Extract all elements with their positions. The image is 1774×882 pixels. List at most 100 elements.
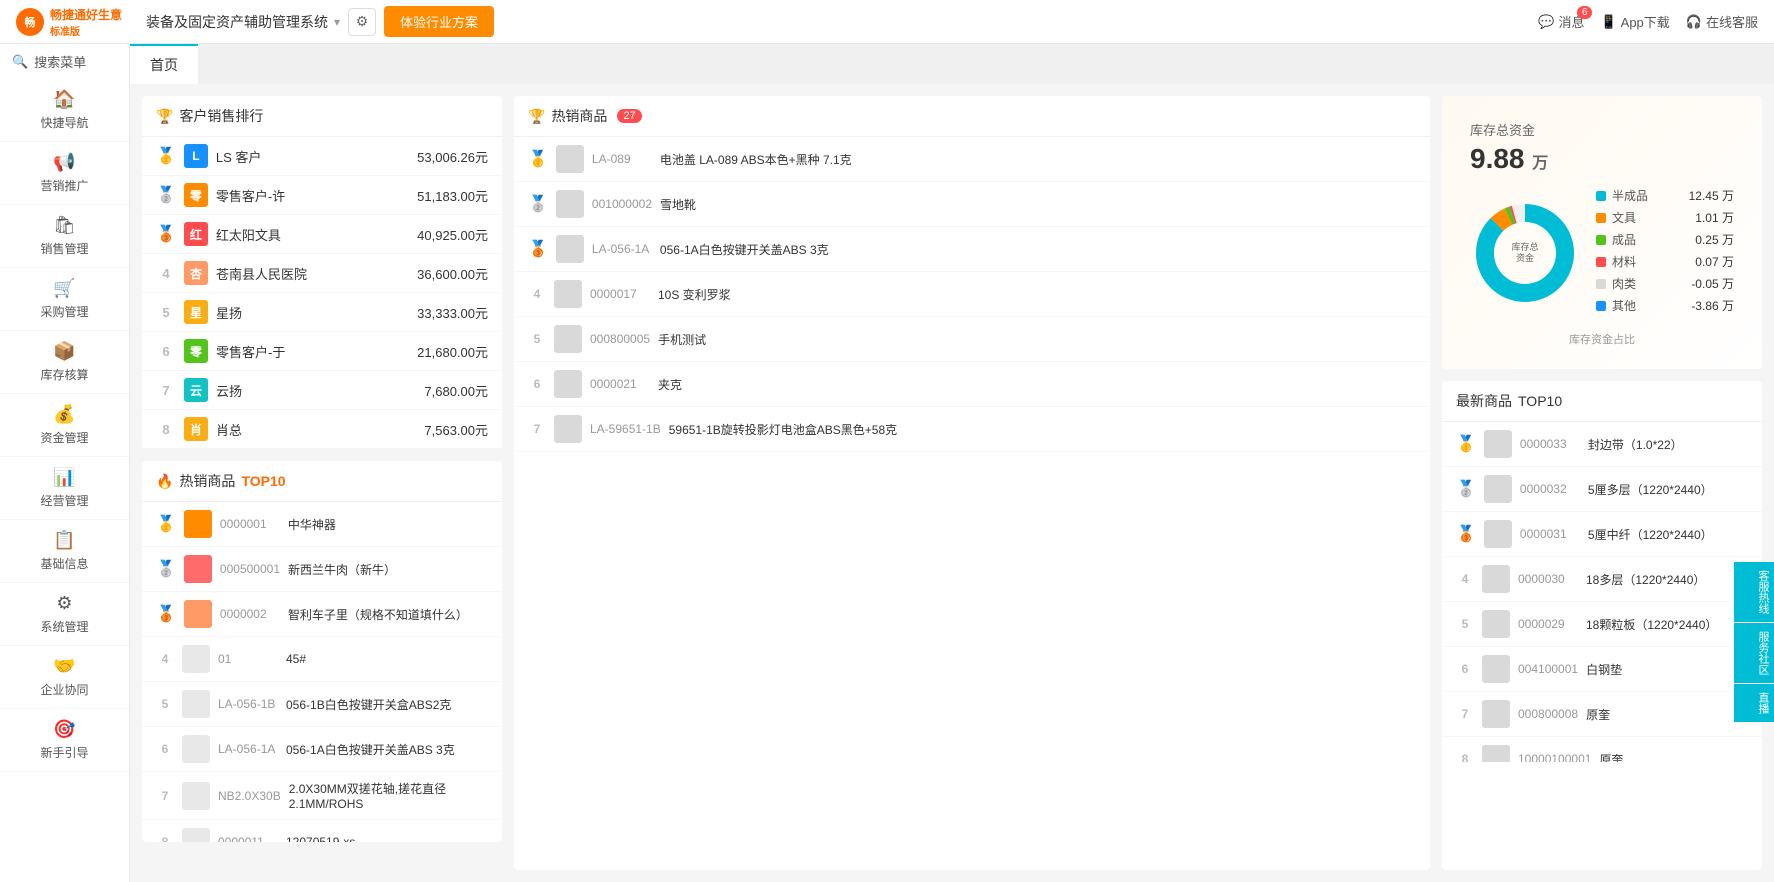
product-item: 6 LA-056-1A 056-1A白色按键开关盖ABS 3克 <box>142 727 502 772</box>
legend-dot <box>1596 279 1606 289</box>
tab-home[interactable]: 首页 <box>130 44 198 84</box>
product-thumbnail <box>554 325 582 353</box>
sidebar-item-sales[interactable]: 🛍 销售管理 <box>0 205 129 268</box>
goods-rank-item: 🥈 001000002 雪地靴 <box>514 182 1430 227</box>
product-thumbnail <box>1482 745 1510 762</box>
rank-number: 5 <box>156 305 176 320</box>
left-column: 🏆 客户销售排行 🥇 L LS 客户 53,006.26元 <box>142 96 502 870</box>
middle-column: 🏆 热销商品 27 🥇 LA-089 电池盖 LA-089 ABS本色+黑种 7… <box>514 96 1430 870</box>
hot-products-list: 🥇 0000001 中华神器 🥈 000500001 新西兰牛肉（新牛） <box>142 502 502 842</box>
message-button[interactable]: 💬 消息 6 <box>1538 12 1584 31</box>
trial-button[interactable]: 体验行业方案 <box>384 6 494 37</box>
customer-avatar: 零 <box>184 339 208 363</box>
product-thumbnail <box>182 828 210 842</box>
sidebar-item-purchase[interactable]: 🛒 采购管理 <box>0 268 129 331</box>
new-goods-header: 最新商品 TOP10 <box>1442 381 1762 422</box>
legend-dot <box>1596 191 1606 201</box>
customer-rank-list: 🥇 L LS 客户 53,006.26元 🥈 零 零售客户-许 51,183.0… <box>142 137 502 449</box>
app-download-button[interactable]: 📱 App下载 <box>1600 12 1669 31</box>
dropdown-arrow-icon[interactable]: ▾ <box>334 15 340 29</box>
sidebar-item-quicknav[interactable]: 🏠 快捷导航 <box>0 79 129 142</box>
rank-number: 8 <box>156 835 174 842</box>
customer-rank-item: 5 星 星扬 33,333.00元 <box>142 293 502 332</box>
search-icon: 🔍 <box>12 54 28 70</box>
product-thumbnail <box>182 690 210 718</box>
search-menu[interactable]: 🔍 搜索菜单 <box>0 44 129 79</box>
app-version: 标准版 <box>50 23 122 38</box>
main-layout: 🔍 搜索菜单 🏠 快捷导航 📢 营销推广 🛍 销售管理 🛒 采购管理 📦 库存核… <box>0 44 1774 882</box>
rank-number: 5 <box>528 332 546 346</box>
product-thumbnail <box>554 370 582 398</box>
customer-rank-item: 4 杏 苍南县人民医院 36,600.00元 <box>142 254 502 293</box>
medal-gold-icon: 🥇 <box>156 146 176 166</box>
customer-avatar: L <box>184 144 208 168</box>
product-item: 8 0000011 12070519-xs <box>142 820 502 842</box>
inventory-chart-section: 库存总 资金 半成品 12.45 万 文具 <box>1456 175 1748 331</box>
phone-icon: 📱 <box>1600 14 1616 30</box>
new-goods-list: 🥇 0000033 封边带（1.0*22） 🥈 0000032 5厘多层（122… <box>1442 422 1762 762</box>
sidebar-item-guide[interactable]: 🎯 新手引导 <box>0 709 129 772</box>
sidebar-item-collab[interactable]: 🤝 企业协同 <box>0 646 129 709</box>
rank-number: 4 <box>1456 572 1474 586</box>
customer-rank-item: 8 肖 肖总 7,563.00元 <box>142 410 502 449</box>
sales-icon: 🛍 <box>53 215 76 236</box>
product-thumbnail <box>556 145 584 173</box>
sidebar-item-inventory[interactable]: 📦 库存核算 <box>0 331 129 394</box>
basic-icon: 📋 <box>53 530 75 551</box>
float-btn-live[interactable]: 直播 <box>1734 684 1774 722</box>
product-item: 4 01 45# <box>142 637 502 682</box>
product-item: 🥈 000500001 新西兰牛肉（新牛） <box>142 547 502 592</box>
sidebar-item-operations[interactable]: 📊 经营管理 <box>0 457 129 520</box>
product-thumbnail <box>184 510 212 538</box>
message-icon: 💬 <box>1538 14 1554 30</box>
hot-goods-title: 🏆 热销商品 27 <box>528 106 642 126</box>
new-goods-item: 🥉 0000031 5厘中纤（1220*2440） <box>1442 512 1762 557</box>
product-thumbnail <box>1484 520 1512 548</box>
right-column: 库存总资金 9.88 万 <box>1442 96 1762 870</box>
rank-number: 6 <box>156 344 176 359</box>
customer-rank-item: 6 零 零售客户-于 21,680.00元 <box>142 332 502 371</box>
purchase-icon: 🛒 <box>53 278 75 299</box>
legend-dot <box>1596 213 1606 223</box>
medal-icon: 🥈 <box>156 559 176 579</box>
rank-number: 7 <box>1456 707 1474 721</box>
rank-number: 7 <box>528 422 546 436</box>
medal-icon: 🥈 <box>528 194 548 214</box>
inventory-legend: 半成品 12.45 万 文具 1.01 万 成品 0 <box>1596 187 1734 319</box>
legend-item: 半成品 12.45 万 <box>1596 187 1734 204</box>
sidebar-item-marketing[interactable]: 📢 营销推广 <box>0 142 129 205</box>
customer-avatar: 红 <box>184 222 208 246</box>
new-goods-item: 🥇 0000033 封边带（1.0*22） <box>1442 422 1762 467</box>
sidebar-item-basic[interactable]: 📋 基础信息 <box>0 520 129 583</box>
medal-silver-icon: 🥈 <box>156 185 176 205</box>
product-thumbnail <box>182 735 210 763</box>
gear-button[interactable]: ⚙ <box>348 8 376 36</box>
float-btn-community[interactable]: 服务社区 <box>1734 623 1774 683</box>
goods-rank-item: 6 0000021 夹克 <box>514 362 1430 407</box>
rank-number: 5 <box>156 697 174 711</box>
customer-avatar: 零 <box>184 183 208 207</box>
legend-item: 成品 0.25 万 <box>1596 231 1734 248</box>
app-logo: 畅 畅捷通好生意 标准版 <box>16 6 146 38</box>
customer-rank-header: 🏆 客户销售排行 <box>142 96 502 137</box>
hot-products-header: 🔥 热销商品 TOP10 <box>142 461 502 502</box>
inventory-amount: 9.88 万 <box>1470 143 1734 175</box>
sidebar-item-system[interactable]: ⚙ 系统管理 <box>0 583 129 646</box>
new-goods-item: 7 000800008 原奎 <box>1442 692 1762 737</box>
float-btn-service[interactable]: 客服热线 <box>1734 562 1774 622</box>
svg-text:资金: 资金 <box>1516 252 1534 263</box>
product-thumbnail <box>182 645 210 673</box>
customer-avatar: 肖 <box>184 417 208 441</box>
online-service-button[interactable]: 🎧 在线客服 <box>1686 12 1758 31</box>
rank-number: 5 <box>1456 617 1474 631</box>
logo-icon: 畅 <box>16 8 44 36</box>
rank-number: 8 <box>1456 752 1474 762</box>
rank-number: 6 <box>528 377 546 391</box>
app-name: 畅捷通好生意 <box>50 6 122 23</box>
goods-rank-item: 7 LA-59651-1B 59651-1B旋转投影灯电池盒ABS黑色+58克 <box>514 407 1430 452</box>
content-area: 首页 🏆 客户销售排行 🥇 L <box>130 44 1774 882</box>
product-item: 7 NB2.0X30B 2.0X30MM双搓花轴,搓花直径2.1MM/ROHS <box>142 772 502 820</box>
product-thumbnail <box>1482 700 1510 728</box>
sidebar-item-finance[interactable]: 💰 资金管理 <box>0 394 129 457</box>
legend-item: 材料 0.07 万 <box>1596 253 1734 270</box>
